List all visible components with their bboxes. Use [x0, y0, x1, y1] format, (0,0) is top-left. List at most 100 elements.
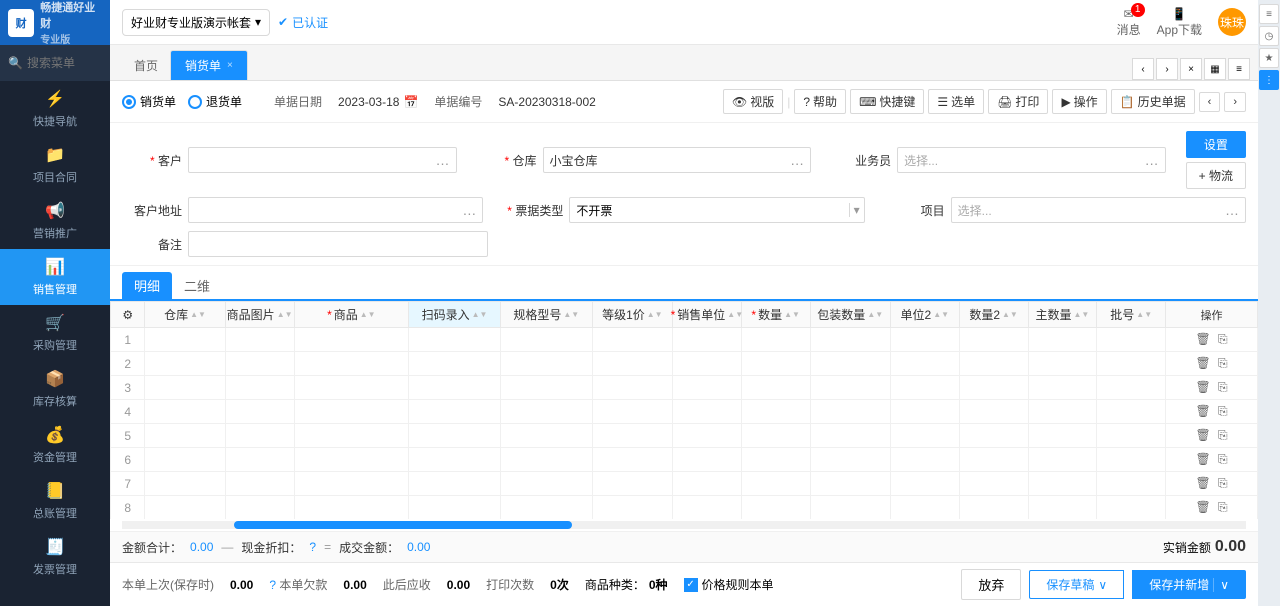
right-panel-btn-3[interactable]: ★ [1259, 48, 1279, 68]
calendar-icon[interactable]: 📅 [403, 95, 418, 109]
help-icon-small[interactable]: ? [269, 578, 276, 592]
row-ops[interactable]: 🗑 ⎘ [1166, 352, 1258, 376]
row-unit2[interactable] [890, 352, 959, 376]
row-ops[interactable]: 🗑 ⎘ [1166, 328, 1258, 352]
row-barcode[interactable] [409, 448, 501, 472]
row-qty[interactable] [741, 496, 810, 520]
row-unit2[interactable] [890, 328, 959, 352]
save-new-btn[interactable]: 保存并新增 ∨ [1132, 570, 1246, 599]
row-ops[interactable]: 🗑 ⎘ [1166, 424, 1258, 448]
sidebar-item-funds[interactable]: 💰 资金管理 [0, 417, 110, 473]
row-image[interactable] [225, 448, 294, 472]
sidebar-item-general[interactable]: 📒 总账管理 [0, 473, 110, 529]
row-qty2[interactable] [959, 424, 1028, 448]
copy-icon[interactable]: ⎘ [1218, 332, 1228, 346]
delete-icon[interactable]: 🗑 [1195, 404, 1210, 418]
delete-icon[interactable]: 🗑 [1195, 356, 1210, 370]
messages-btn[interactable]: ✉ 1 消息 [1117, 7, 1141, 38]
tab-home[interactable]: 首页 [122, 51, 170, 80]
tab-grid-view-btn[interactable]: ▦ [1204, 58, 1226, 80]
copy-icon[interactable]: ⎘ [1218, 356, 1228, 370]
tab-next-btn[interactable]: › [1156, 58, 1178, 80]
row-qty2[interactable] [959, 328, 1028, 352]
address-select-icon[interactable]: … [462, 202, 476, 218]
delete-icon[interactable]: 🗑 [1195, 380, 1210, 394]
row-qty2[interactable] [959, 400, 1028, 424]
row-product[interactable] [294, 400, 409, 424]
delete-icon[interactable]: 🗑 [1195, 476, 1210, 490]
row-image[interactable] [225, 328, 294, 352]
row-image[interactable] [225, 400, 294, 424]
row-main-qty[interactable] [1028, 400, 1097, 424]
row-product[interactable] [294, 472, 409, 496]
col-header-barcode[interactable]: 扫码录入▲▼ [409, 302, 501, 328]
row-price[interactable] [592, 376, 672, 400]
row-ops[interactable]: 🗑 ⎘ [1166, 472, 1258, 496]
col-header-sale-unit[interactable]: *销售单位▲▼ [672, 302, 741, 328]
col-header-settings[interactable]: ⚙ [111, 302, 145, 328]
table-row[interactable]: 3 🗑 ⎘ [111, 376, 1258, 400]
abandon-btn[interactable]: 放弃 [961, 569, 1021, 600]
copy-icon[interactable]: ⎘ [1218, 428, 1228, 442]
row-price[interactable] [592, 424, 672, 448]
settings-icon[interactable]: ⚙ [122, 308, 133, 322]
row-batch[interactable] [1097, 424, 1166, 448]
copy-icon[interactable]: ⎘ [1218, 500, 1228, 514]
warehouse-select-icon[interactable]: … [790, 152, 804, 168]
invoice-select[interactable]: 不开票 ▾ [569, 197, 864, 223]
row-image[interactable] [225, 472, 294, 496]
dropdown-arrow-icon[interactable]: ∨ [1098, 578, 1107, 592]
history-btn[interactable]: 📋 历史单据 [1111, 89, 1195, 114]
row-qty2[interactable] [959, 352, 1028, 376]
search-input[interactable] [27, 56, 97, 70]
row-main-qty[interactable] [1028, 472, 1097, 496]
project-input[interactable]: 选择... … [951, 197, 1246, 223]
row-qty[interactable] [741, 424, 810, 448]
sidebar-item-marketing[interactable]: 📢 营销推广 [0, 193, 110, 249]
save-draft-btn[interactable]: 保存草稿 ∨ [1029, 570, 1124, 599]
row-barcode[interactable] [409, 352, 501, 376]
row-unit2[interactable] [890, 448, 959, 472]
right-panel-btn-4[interactable]: ⋮ [1259, 70, 1279, 90]
row-unit2[interactable] [890, 376, 959, 400]
row-qty[interactable] [741, 448, 810, 472]
copy-icon[interactable]: ⎘ [1218, 476, 1228, 490]
chevron-down-icon[interactable]: ▾ [849, 203, 864, 217]
row-spec[interactable] [500, 472, 592, 496]
col-header-main-qty[interactable]: 主数量▲▼ [1028, 302, 1097, 328]
delete-icon[interactable]: 🗑 [1195, 452, 1210, 466]
col-header-qty2[interactable]: 数量2▲▼ [959, 302, 1028, 328]
settings-btn[interactable]: 设置 [1186, 131, 1246, 158]
row-batch[interactable] [1097, 328, 1166, 352]
row-ops[interactable]: 🗑 ⎘ [1166, 496, 1258, 520]
tab-2d[interactable]: 二维 [172, 272, 222, 299]
row-price[interactable] [592, 448, 672, 472]
sidebar-item-inventory[interactable]: 📦 库存核算 [0, 361, 110, 417]
save-new-dropdown-icon[interactable]: ∨ [1213, 578, 1229, 592]
row-pkg[interactable] [810, 352, 890, 376]
col-header-qty[interactable]: *数量▲▼ [741, 302, 810, 328]
row-batch[interactable] [1097, 448, 1166, 472]
row-unit2[interactable] [890, 424, 959, 448]
row-spec[interactable] [500, 448, 592, 472]
row-qty[interactable] [741, 400, 810, 424]
row-sale-unit[interactable] [672, 448, 741, 472]
sidebar-search[interactable]: 🔍 [0, 45, 110, 81]
col-header-warehouse[interactable]: 仓库▲▼ [145, 302, 225, 328]
row-spec[interactable] [500, 424, 592, 448]
row-main-qty[interactable] [1028, 376, 1097, 400]
row-spec[interactable] [500, 328, 592, 352]
row-barcode[interactable] [409, 496, 501, 520]
row-qty[interactable] [741, 352, 810, 376]
row-batch[interactable] [1097, 496, 1166, 520]
row-pkg[interactable] [810, 472, 890, 496]
row-warehouse[interactable] [145, 328, 225, 352]
row-spec[interactable] [500, 400, 592, 424]
row-product[interactable] [294, 448, 409, 472]
row-unit2[interactable] [890, 400, 959, 424]
row-main-qty[interactable] [1028, 424, 1097, 448]
row-barcode[interactable] [409, 328, 501, 352]
row-qty[interactable] [741, 376, 810, 400]
warehouse-input[interactable]: 小宝仓库 … [543, 147, 812, 173]
row-product[interactable] [294, 376, 409, 400]
